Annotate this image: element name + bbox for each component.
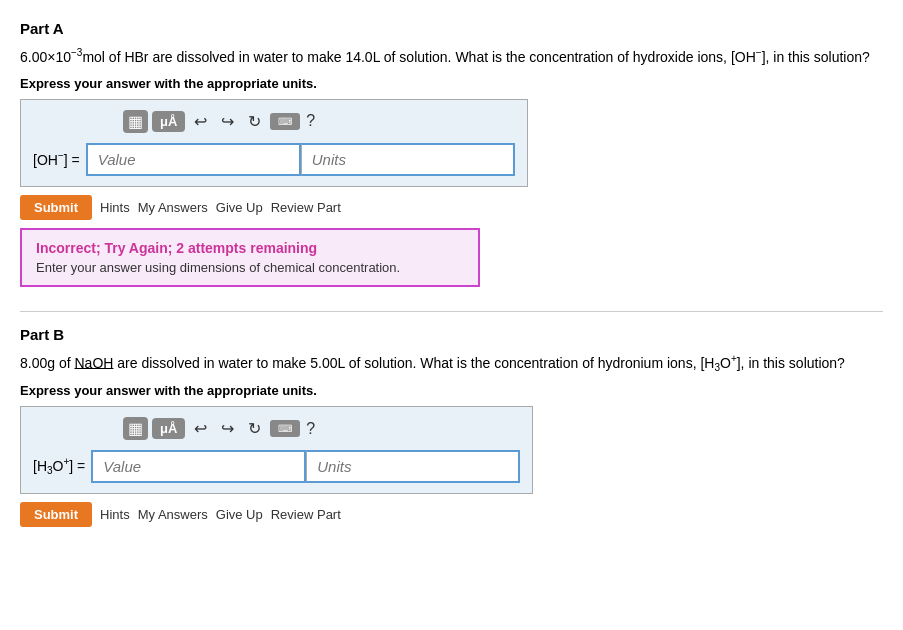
part-b-problem: 8.00g of NaOH are dissolved in water to … xyxy=(20,351,883,375)
part-b-keyboard-icon[interactable]: ⌨ xyxy=(270,420,300,437)
part-b-mu-button[interactable]: μÅ xyxy=(152,418,185,439)
part-b-grid-button[interactable]: ▦ xyxy=(123,417,148,440)
part-b-toolbar: ▦ μÅ ↩ ↪ ↻ ⌨ ? xyxy=(33,417,520,440)
part-b-answer-box: ▦ μÅ ↩ ↪ ↻ ⌨ ? [H3O+] = xyxy=(20,406,533,494)
part-a-give-up-link[interactable]: Give Up xyxy=(216,200,263,215)
part-a-mu-label: μÅ xyxy=(160,114,177,129)
section-divider xyxy=(20,311,883,312)
part-a-header: Part A xyxy=(20,20,883,37)
part-a-input-row: [OH−] = xyxy=(33,143,515,176)
part-a-section: Part A 6.00×10−3mol of HBr are dissolved… xyxy=(20,20,883,297)
part-b-redo-icon[interactable]: ↪ xyxy=(216,417,239,440)
part-a-value-input[interactable] xyxy=(86,143,301,176)
part-a-hints-link[interactable]: Hints xyxy=(100,200,130,215)
part-b-section: Part B 8.00g of NaOH are dissolved in wa… xyxy=(20,326,883,527)
part-b-header: Part B xyxy=(20,326,883,343)
part-b-mu-label: μÅ xyxy=(160,421,177,436)
part-b-my-answers-link[interactable]: My Answers xyxy=(138,507,208,522)
part-b-units-input[interactable] xyxy=(306,450,520,483)
part-b-give-up-link[interactable]: Give Up xyxy=(216,507,263,522)
part-a-grid-icon: ▦ xyxy=(128,112,143,131)
part-b-value-input[interactable] xyxy=(91,450,306,483)
part-a-my-answers-link[interactable]: My Answers xyxy=(138,200,208,215)
part-a-feedback-box: Incorrect; Try Again; 2 attempts remaini… xyxy=(20,228,480,287)
part-b-refresh-icon[interactable]: ↻ xyxy=(243,417,266,440)
part-a-units-input[interactable] xyxy=(301,143,515,176)
part-a-mu-button[interactable]: μÅ xyxy=(152,111,185,132)
part-a-submit-button[interactable]: Submit xyxy=(20,195,92,220)
part-a-redo-icon[interactable]: ↪ xyxy=(216,110,239,133)
part-a-undo-icon[interactable]: ↩ xyxy=(189,110,212,133)
part-b-undo-icon[interactable]: ↩ xyxy=(189,417,212,440)
part-a-problem: 6.00×10−3mol of HBr are dissolved in wat… xyxy=(20,45,883,68)
part-b-express-label: Express your answer with the appropriate… xyxy=(20,383,883,398)
part-b-help-icon[interactable]: ? xyxy=(306,420,315,438)
part-b-hints-link[interactable]: Hints xyxy=(100,507,130,522)
part-b-submit-button[interactable]: Submit xyxy=(20,502,92,527)
part-a-review-part-label: Review Part xyxy=(271,200,341,215)
part-a-express-label: Express your answer with the appropriate… xyxy=(20,76,883,91)
part-a-feedback-text: Enter your answer using dimensions of ch… xyxy=(36,260,464,275)
part-b-review-part-label: Review Part xyxy=(271,507,341,522)
part-b-ion-label: [H3O+] = xyxy=(33,456,85,476)
part-a-grid-button[interactable]: ▦ xyxy=(123,110,148,133)
part-a-toolbar: ▦ μÅ ↩ ↪ ↻ ⌨ ? xyxy=(33,110,515,133)
part-a-refresh-icon[interactable]: ↻ xyxy=(243,110,266,133)
part-a-feedback-title: Incorrect; Try Again; 2 attempts remaini… xyxy=(36,240,464,256)
part-a-keyboard-icon[interactable]: ⌨ xyxy=(270,113,300,130)
part-b-grid-icon: ▦ xyxy=(128,419,143,438)
part-a-help-icon[interactable]: ? xyxy=(306,112,315,130)
part-a-action-row: Submit Hints My Answers Give Up Review P… xyxy=(20,195,883,220)
part-b-action-row: Submit Hints My Answers Give Up Review P… xyxy=(20,502,883,527)
part-a-answer-box: ▦ μÅ ↩ ↪ ↻ ⌨ ? [OH−] = xyxy=(20,99,528,187)
part-b-input-row: [H3O+] = xyxy=(33,450,520,483)
part-a-ion-label: [OH−] = xyxy=(33,150,80,168)
